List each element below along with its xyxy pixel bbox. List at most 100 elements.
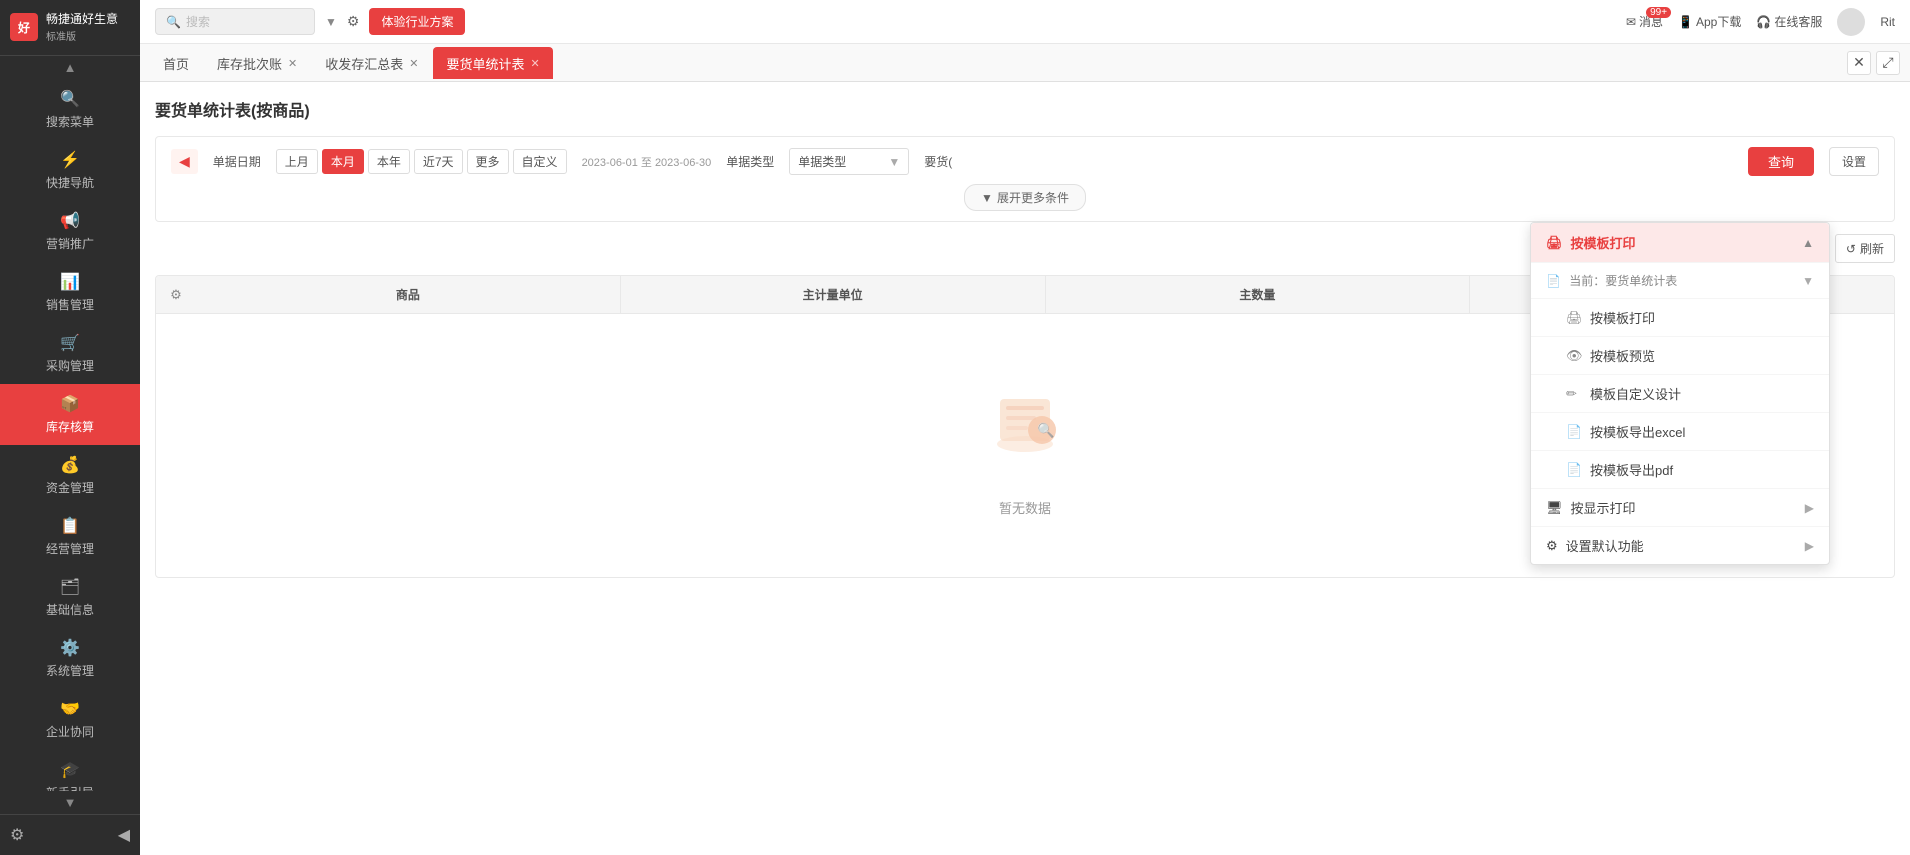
app-name: 畅捷通好生意	[46, 12, 118, 28]
sidebar-item-inventory-label: 库存核算	[46, 418, 94, 435]
topbar-dropdown-icon[interactable]: ▼	[325, 15, 337, 29]
filter-collapse-btn[interactable]: ◀	[171, 149, 198, 174]
dropdown-item-template-custom[interactable]: ✏ 模板自定义设计	[1531, 374, 1829, 412]
query-button[interactable]: 查询	[1748, 147, 1814, 176]
default-func-icon: ⚙	[1546, 538, 1558, 554]
online-service-item[interactable]: 🎧 在线客服	[1756, 13, 1822, 30]
date-filter-label: 单据日期	[213, 153, 261, 170]
basic-icon: 🗂	[60, 577, 80, 597]
dropdown-header: 🖨 按模板打印 ▲	[1531, 223, 1829, 262]
dropdown-section-default-func[interactable]: ⚙ 设置默认功能 ▶	[1531, 526, 1829, 564]
dropdown-title: 按模板打印	[1571, 233, 1636, 252]
dropdown-item-template-pdf[interactable]: 📄 按模板导出pdf	[1531, 450, 1829, 488]
sidebar-item-operations[interactable]: 📋 经营管理	[0, 506, 140, 567]
user-avatar[interactable]	[1837, 8, 1865, 36]
sidebar-item-search[interactable]: 🔍搜索菜单	[0, 79, 140, 140]
type-selector-chevron: ▼	[888, 155, 900, 169]
app-download-item[interactable]: 📱 App下载	[1678, 13, 1741, 30]
dropdown-arrow-up[interactable]: ▲	[1802, 236, 1814, 250]
tab-collection[interactable]: 收发存汇总表 ✕	[312, 47, 431, 79]
service-icon: 🎧	[1756, 15, 1771, 29]
th-quantity: 主数量	[1046, 276, 1471, 313]
sidebar-item-inventory[interactable]: 📦 库存核算	[0, 384, 140, 445]
th-product: 商品	[196, 276, 621, 313]
dropdown-section-display-print[interactable]: 🖥 按显示打印 ▶	[1531, 488, 1829, 526]
dropdown-item-template-preview[interactable]: 👁 按模板预览	[1531, 336, 1829, 374]
display-print-chevron: ▶	[1805, 501, 1814, 515]
sidebar-item-operations-label: 经营管理	[46, 540, 94, 557]
newbie-icon: 🎓	[60, 760, 80, 780]
date-btn-7days[interactable]: 近7天	[414, 149, 463, 174]
dropdown-current: 📄 当前：要货单统计表 ▼	[1531, 262, 1829, 298]
dropdown-item-template-excel[interactable]: 📄 按模板导出excel	[1531, 412, 1829, 450]
sidebar-item-marketing-label: 营销推广	[46, 235, 94, 252]
tab-close-button[interactable]: ✕	[1847, 51, 1871, 75]
filter-divider: ▼ 展开更多条件	[171, 184, 1879, 211]
empty-illustration: 🔍	[980, 374, 1070, 483]
sidebar-item-sales-label: 销售管理	[46, 296, 94, 313]
messages-item[interactable]: ✉ 消息 99+	[1626, 13, 1663, 30]
logo-icon: 好	[10, 13, 38, 41]
sidebar-item-sales[interactable]: 📊销售管理	[0, 262, 140, 323]
tab-batch[interactable]: 库存批次账 ✕	[204, 47, 310, 79]
type-selector[interactable]: 单据类型 ▼	[789, 148, 909, 175]
item-print-icon: 🖨	[1566, 310, 1582, 326]
inventory-icon: 📦	[60, 394, 80, 414]
tab-order-stats-close[interactable]: ✕	[531, 57, 540, 70]
trial-button[interactable]: 体验行业方案	[369, 8, 465, 35]
sidebar-item-finance-label: 资金管理	[46, 479, 94, 496]
sidebar-bottom: ⚙ ◀	[0, 814, 140, 855]
sidebar-item-finance[interactable]: 💰资金管理	[0, 445, 140, 506]
messages-badge: 99+	[1646, 7, 1671, 18]
message-icon: ✉	[1626, 15, 1636, 29]
display-print-label: 按显示打印	[1571, 498, 1636, 517]
operations-icon: 📋	[60, 516, 80, 536]
tab-expand-button[interactable]: ⤢	[1876, 51, 1900, 75]
search-box[interactable]: 🔍 搜索	[155, 8, 315, 35]
date-btn-current-year[interactable]: 本年	[368, 149, 410, 174]
filter-bar: ◀ 单据日期 上月 本月 本年 近7天 更多 自定义 2023-06-01 至 …	[155, 136, 1895, 222]
table-settings-icon[interactable]: ⚙	[156, 277, 196, 313]
settings-bottom-icon[interactable]: ⚙	[10, 825, 24, 845]
dropdown-print-icon: 🖨	[1546, 235, 1563, 251]
sidebar-item-collab-label: 企业协同	[46, 723, 94, 740]
date-btn-prev-month[interactable]: 上月	[276, 149, 318, 174]
search-icon: 🔍	[60, 89, 80, 109]
topbar-gear-icon[interactable]: ⚙	[347, 13, 360, 30]
sidebar-item-system[interactable]: ⚙️系统管理	[0, 628, 140, 689]
sidebar-item-purchase[interactable]: 🛒采购管理	[0, 323, 140, 384]
th-unit: 主计量单位	[621, 276, 1046, 313]
sidebar-scroll-up[interactable]: ▲	[0, 56, 140, 79]
sidebar: 好 畅捷通好生意 标准版 ▲ 🔍搜索菜单⚡快捷导航📢营销推广📊销售管理🛒采购管理…	[0, 0, 140, 855]
sidebar-nav: 🔍搜索菜单⚡快捷导航📢营销推广📊销售管理🛒采购管理 📦 库存核算 💰资金管理 📋 经营管理…	[0, 79, 140, 791]
refresh-label: 刷新	[1860, 240, 1884, 257]
tab-collection-close[interactable]: ✕	[409, 57, 418, 70]
settings-button[interactable]: 设置	[1829, 147, 1879, 176]
collapse-icon[interactable]: ◀	[118, 825, 130, 845]
sidebar-scroll-down[interactable]: ▼	[0, 791, 140, 814]
item-template-pdf-label: 按模板导出pdf	[1590, 460, 1673, 479]
expand-more-btn[interactable]: ▼ 展开更多条件	[964, 184, 1086, 211]
sidebar-item-marketing[interactable]: 📢营销推广	[0, 201, 140, 262]
tab-order-stats[interactable]: 要货单统计表 ✕	[433, 47, 552, 79]
sidebar-item-newbie[interactable]: 🎓新手引导	[0, 750, 140, 791]
dropdown-item-template-print[interactable]: 🖨 按模板打印	[1531, 298, 1829, 336]
date-btn-custom[interactable]: 自定义	[513, 149, 567, 174]
tabbar: 首页 库存批次账 ✕ 收发存汇总表 ✕ 要货单统计表 ✕ ✕ ⤢	[140, 44, 1910, 82]
print-dropdown: 🖨 按模板打印 ▲ 📄 当前：要货单统计表 ▼ 🖨 按模板打印 👁	[1530, 222, 1830, 565]
sidebar-item-collab[interactable]: 🤝企业协同	[0, 689, 140, 750]
sidebar-item-shortcut[interactable]: ⚡快捷导航	[0, 140, 140, 201]
tab-home[interactable]: 首页	[150, 47, 202, 79]
app-tag: 标准版	[46, 28, 118, 43]
type-filter-label: 单据类型	[726, 153, 774, 170]
expand-icon: ▼	[981, 191, 993, 205]
date-btn-more[interactable]: 更多	[467, 149, 509, 174]
sidebar-item-basic[interactable]: 🗂 基础信息	[0, 567, 140, 628]
sidebar-item-basic-label: 基础信息	[46, 601, 94, 618]
refresh-button[interactable]: ↺ 刷新	[1835, 234, 1895, 263]
tab-batch-close[interactable]: ✕	[288, 57, 297, 70]
app-download-icon: 📱	[1678, 15, 1693, 29]
search-placeholder: 搜索	[186, 13, 210, 30]
display-print-left: 🖥 按显示打印	[1546, 498, 1636, 517]
date-btn-current-month[interactable]: 本月	[322, 149, 364, 174]
